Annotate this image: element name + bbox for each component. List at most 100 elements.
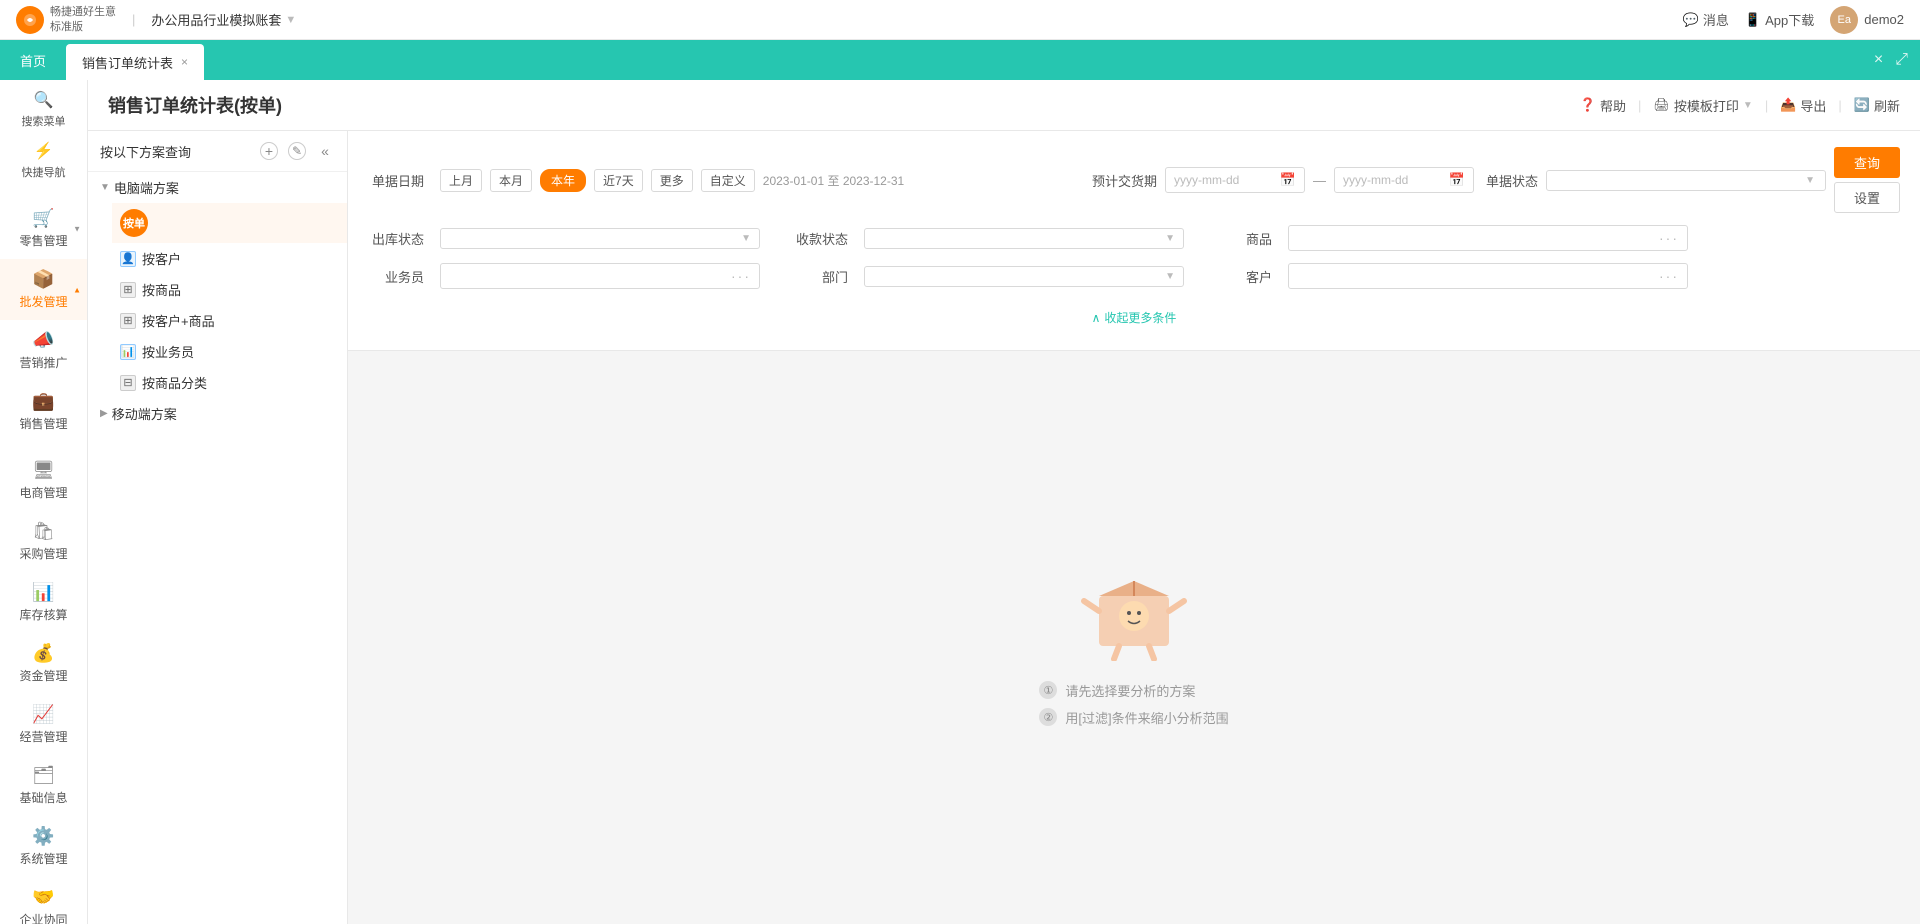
sidebar-item-purchase[interactable]: 🛍 采购管理: [0, 511, 87, 572]
salesman-label: 业务员: [368, 267, 424, 286]
tree-child-by-customer-goods[interactable]: ⊞ 按客户+商品: [112, 305, 347, 336]
date-btn-custom[interactable]: 自定义: [701, 169, 755, 192]
right-content: ① 请先选择要分析的方案 ② 用[过滤]条件来缩小分析范围: [348, 351, 1920, 924]
payment-status-select[interactable]: ▼: [864, 228, 1184, 249]
left-panel-title: 按以下方案查询: [100, 142, 191, 161]
date-sep: —: [1313, 173, 1326, 188]
sidebar-item-ecommerce[interactable]: 🖥 电商管理: [0, 450, 87, 511]
sidebar-item-finance[interactable]: 💰 资金管理: [0, 633, 87, 694]
tree-children-pc: 按单 👤 按客户 ⊞ 按商品 ⊞ 按客户+商品 📊: [88, 203, 347, 398]
content-area: 销售订单统计表(按单) ❓ 帮助 | 🖨 按模板打印 ▼ | 📤 导出 |: [88, 80, 1920, 924]
date-btn-last-month[interactable]: 上月: [440, 169, 482, 192]
collapse-panel-icon[interactable]: «: [315, 141, 335, 161]
expected-date-start-input[interactable]: [1174, 173, 1276, 187]
sidebar-search[interactable]: 🔍 搜索菜单: [0, 80, 87, 135]
settings-button[interactable]: 设置: [1834, 182, 1900, 213]
message-icon: 💬: [1683, 12, 1699, 28]
tree-section-pc[interactable]: ▼ 电脑端方案: [88, 172, 347, 203]
query-button[interactable]: 查询: [1834, 147, 1900, 178]
filter-row-3: 业务员 ··· 部门 ▼ 客户 ···: [368, 263, 1900, 289]
print-dropdown-icon: ▼: [1743, 100, 1753, 111]
tree-child-by-customer[interactable]: 👤 按客户: [112, 243, 347, 274]
sidebar-item-basic[interactable]: 🗂 基础信息: [0, 755, 87, 816]
sidebar-item-sales[interactable]: 💼 销售管理: [0, 381, 87, 442]
top-bar-title: 办公用品行业模拟账套 ▼: [151, 10, 296, 29]
page-header: 销售订单统计表(按单) ❓ 帮助 | 🖨 按模板打印 ▼ | 📤 导出 |: [88, 80, 1920, 131]
tree-child-by-category[interactable]: ⊟ 按商品分类: [112, 367, 347, 398]
window-expand-icon[interactable]: ⤢: [1895, 51, 1908, 69]
user-menu-btn[interactable]: Ea demo2: [1830, 6, 1904, 34]
sidebar-nav-label: 快捷导航: [22, 164, 66, 180]
sidebar-item-inventory[interactable]: 📊 库存核算: [0, 572, 87, 633]
bill-status-arrow-icon: ▼: [1805, 175, 1815, 186]
tree-child-by-order[interactable]: 按单: [112, 203, 347, 243]
by-category-icon: ⊟: [120, 375, 136, 391]
refresh-btn[interactable]: 🔄 刷新: [1854, 96, 1900, 115]
sidebar-item-system[interactable]: ⚙️ 系统管理: [0, 816, 87, 877]
window-close-icon[interactable]: ×: [1874, 51, 1883, 69]
sidebar-item-enterprise[interactable]: 🤝 企业协同: [0, 877, 87, 924]
tree-child-by-salesman-label: 按业务员: [142, 342, 194, 361]
goods-more-icon[interactable]: ···: [1659, 230, 1679, 246]
department-arrow-icon: ▼: [1165, 271, 1175, 282]
cal-icon-1: 📅: [1280, 172, 1296, 188]
department-label: 部门: [792, 267, 848, 286]
edit-scheme-icon[interactable]: ✎: [287, 141, 307, 161]
sidebar-nav[interactable]: ⚡ 快捷导航: [0, 135, 87, 190]
page-title: 销售订单统计表(按单): [108, 92, 282, 130]
date-btn-more[interactable]: 更多: [651, 169, 693, 192]
filter-panel: 单据日期 上月 本月 本年 近7天 更多 自定义 2023-01-01 至 20…: [348, 131, 1920, 351]
left-panel-header: 按以下方案查询 + ✎ «: [88, 131, 347, 172]
by-salesman-icon: 📊: [120, 344, 136, 360]
customer-select[interactable]: ···: [1288, 263, 1688, 289]
tab-close-icon[interactable]: ×: [181, 55, 188, 69]
tree-child-by-goods[interactable]: ⊞ 按商品: [112, 274, 347, 305]
date-btn-this-month[interactable]: 本月: [490, 169, 532, 192]
date-label: 单据日期: [368, 171, 424, 190]
tip-num-2: ②: [1039, 708, 1057, 726]
sidebar-item-wholesale[interactable]: 📦 批发管理 ▲: [0, 259, 87, 320]
top-bar: 畅捷通好生意 标准版 | 办公用品行业模拟账套 ▼ 💬 消息 📱 App下载 E…: [0, 0, 1920, 40]
tree-section-mobile[interactable]: ▶ 移动端方案: [88, 398, 347, 429]
add-scheme-icon[interactable]: +: [259, 141, 279, 161]
delivery-status-label: 出库状态: [368, 229, 424, 248]
delivery-status-select[interactable]: ▼: [440, 228, 760, 249]
sidebar-item-operation[interactable]: 📈 经营管理: [0, 694, 87, 755]
print-btn[interactable]: 🖨 按模板打印 ▼: [1653, 96, 1752, 115]
top-bar-right: 💬 消息 📱 App下载 Ea demo2: [1683, 6, 1904, 34]
collapse-btn[interactable]: ∧ 收起更多条件: [368, 301, 1900, 334]
expected-date-label: 预计交货期: [1092, 171, 1157, 190]
department-select[interactable]: ▼: [864, 266, 1184, 287]
salesman-more-icon[interactable]: ···: [731, 268, 751, 284]
app-download-btn[interactable]: 📱 App下载: [1745, 10, 1814, 29]
expected-date-end-input[interactable]: [1343, 173, 1445, 187]
tree-child-by-salesman[interactable]: 📊 按业务员: [112, 336, 347, 367]
expected-date-end[interactable]: 📅: [1334, 167, 1474, 193]
customer-more-icon[interactable]: ···: [1659, 268, 1679, 284]
date-btn-this-year[interactable]: 本年: [540, 169, 586, 192]
tab-sales-order[interactable]: 销售订单统计表 ×: [66, 44, 204, 80]
tree-arrow-mobile-icon: ▶: [100, 408, 108, 419]
active-circle-icon: 按单: [120, 209, 148, 237]
date-btn-7days[interactable]: 近7天: [594, 169, 643, 192]
app-download-icon: 📱: [1745, 12, 1761, 28]
main-layout: 🔍 搜索菜单 ⚡ 快捷导航 🛒 零售管理 ▼ 📦 批发管理 ▲ 📣 营销推广 💼…: [0, 80, 1920, 924]
dropdown-icon[interactable]: ▼: [285, 14, 296, 26]
empty-tips: ① 请先选择要分析的方案 ② 用[过滤]条件来缩小分析范围: [1039, 681, 1228, 735]
avatar: Ea: [1830, 6, 1858, 34]
bill-status-select[interactable]: ▼: [1546, 170, 1826, 191]
goods-select[interactable]: ···: [1288, 225, 1688, 251]
delivery-arrow-icon: ▼: [741, 233, 751, 244]
customer-label: 客户: [1216, 267, 1272, 286]
export-btn[interactable]: 📤 导出: [1780, 96, 1826, 115]
message-btn[interactable]: 💬 消息: [1683, 10, 1729, 29]
sidebar-item-marketing[interactable]: 📣 营销推广: [0, 320, 87, 381]
logo-text: 畅捷通好生意 标准版: [50, 5, 116, 34]
help-btn[interactable]: ❓ 帮助: [1580, 96, 1626, 115]
expected-date-start[interactable]: 📅: [1165, 167, 1305, 193]
sidebar-item-retail[interactable]: 🛒 零售管理 ▼: [0, 198, 87, 259]
tab-bar: 首页 销售订单统计表 × × ⤢: [0, 40, 1920, 80]
salesman-select[interactable]: ···: [440, 263, 760, 289]
tab-home[interactable]: 首页: [0, 51, 66, 70]
payment-status-label: 收款状态: [792, 229, 848, 248]
